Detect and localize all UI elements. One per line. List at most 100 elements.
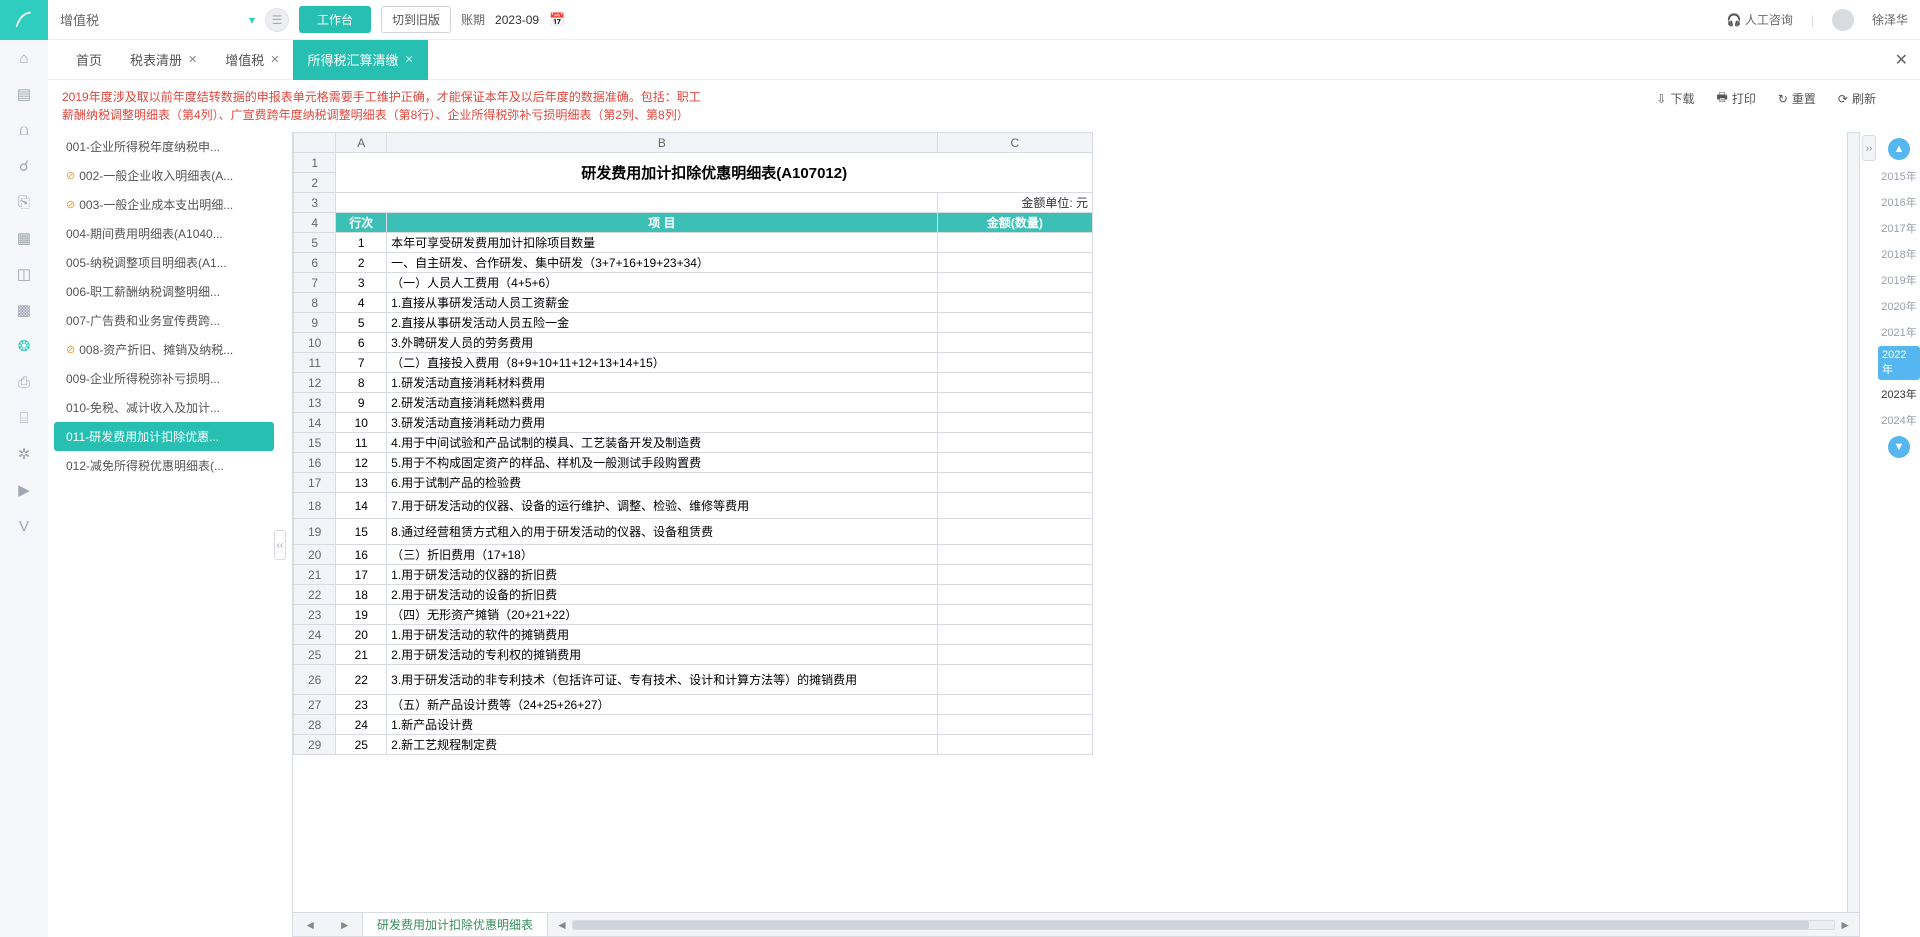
col-header-a[interactable]: A — [336, 133, 387, 153]
cell-rownum[interactable]: 21 — [336, 645, 387, 665]
year-item[interactable]: 2015年 — [1881, 164, 1916, 188]
sheet-tab-nav[interactable]: ◄► — [293, 913, 363, 936]
row-header[interactable]: 6 — [294, 253, 336, 273]
row-header[interactable]: 17 — [294, 473, 336, 493]
row-header[interactable]: 20 — [294, 545, 336, 565]
row-header[interactable]: 11 — [294, 353, 336, 373]
workspace-button[interactable]: 工作台 — [299, 6, 371, 33]
col-header-b[interactable]: B — [387, 133, 938, 153]
cell-amount[interactable] — [937, 625, 1092, 645]
sheet-tab[interactable]: 研发费用加计扣除优惠明细表 — [363, 913, 548, 936]
download-button[interactable]: ⇩ 下载 — [1656, 90, 1694, 107]
row-header[interactable]: 1 — [294, 153, 336, 173]
user-avatar[interactable] — [1832, 9, 1854, 31]
nav-doc-icon[interactable]: ▤ — [0, 76, 48, 112]
cell-item[interactable]: 1.研发活动直接消耗材料费用 — [387, 373, 938, 393]
nav-settings-icon[interactable]: ✲ — [0, 436, 48, 472]
cell-amount[interactable] — [937, 333, 1092, 353]
consult-link[interactable]: 🎧 人工咨询 — [1727, 11, 1793, 28]
header-rownum[interactable]: 行次 — [336, 213, 387, 233]
tab-close-icon[interactable]: ✕ — [270, 53, 279, 66]
collapse-left-panel-handle[interactable]: ‹‹ — [274, 530, 286, 560]
cell-rownum[interactable]: 16 — [336, 545, 387, 565]
cell-amount[interactable] — [937, 605, 1092, 625]
cell-rownum[interactable]: 6 — [336, 333, 387, 353]
row-header[interactable]: 5 — [294, 233, 336, 253]
row-header[interactable]: 27 — [294, 695, 336, 715]
vertical-scrollbar[interactable] — [1848, 132, 1860, 913]
cell-item[interactable]: （四）无形资产摊销（20+21+22） — [387, 605, 938, 625]
spreadsheet-area[interactable]: A B C 1 研发费用加计扣除优惠明细表(A107012) 2 3 — [292, 132, 1848, 913]
row-header[interactable]: 28 — [294, 715, 336, 735]
year-item[interactable]: 2017年 — [1881, 216, 1916, 240]
header-amount[interactable]: 金额(数量) — [937, 213, 1092, 233]
row-header[interactable]: 29 — [294, 735, 336, 755]
expand-right-panel-handle[interactable]: ›› — [1862, 135, 1876, 161]
cell-item[interactable]: （二）直接投入费用（8+9+10+11+12+13+14+15） — [387, 353, 938, 373]
cell-item[interactable]: 本年可享受研发费用加计扣除项目数量 — [387, 233, 938, 253]
cell-rownum[interactable]: 19 — [336, 605, 387, 625]
row-header[interactable]: 4 — [294, 213, 336, 233]
cell-rownum[interactable]: 24 — [336, 715, 387, 735]
nav-video-icon[interactable]: ▶ — [0, 472, 48, 508]
cell-rownum[interactable]: 4 — [336, 293, 387, 313]
form-list-item[interactable]: ⊘003-一般企业成本支出明细... — [48, 190, 280, 219]
form-list-item[interactable]: 004-期间费用明细表(A1040... — [48, 219, 280, 248]
form-list-item[interactable]: 012-减免所得税优惠明细表(... — [48, 451, 280, 480]
col-header-c[interactable]: C — [937, 133, 1092, 153]
cell-rownum[interactable]: 1 — [336, 233, 387, 253]
page-tab[interactable]: 增值税✕ — [211, 40, 293, 80]
cell-item[interactable]: 2.直接从事研发活动人员五险一金 — [387, 313, 938, 333]
row-header[interactable]: 15 — [294, 433, 336, 453]
nav-archive-icon[interactable]: ⌸ — [0, 400, 48, 436]
cell-amount[interactable] — [937, 273, 1092, 293]
cell-item[interactable]: 3.研发活动直接消耗动力费用 — [387, 413, 938, 433]
header-item[interactable]: 项 目 — [387, 213, 938, 233]
sheet-title[interactable]: 研发费用加计扣除优惠明细表(A107012) — [336, 153, 1093, 193]
cell-amount[interactable] — [937, 253, 1092, 273]
cell-item[interactable]: （三）折旧费用（17+18） — [387, 545, 938, 565]
cell-amount[interactable] — [937, 393, 1092, 413]
cell-rownum[interactable]: 2 — [336, 253, 387, 273]
year-scroll-up-button[interactable]: ▲ — [1888, 138, 1910, 160]
close-all-tabs-button[interactable]: ✕ — [1895, 50, 1908, 70]
row-header[interactable]: 26 — [294, 665, 336, 695]
cell-amount[interactable] — [937, 715, 1092, 735]
cell-amount[interactable] — [937, 293, 1092, 313]
cell-amount[interactable] — [937, 735, 1092, 755]
cell-amount[interactable] — [937, 519, 1092, 545]
list-toggle-button[interactable]: ☰ — [265, 8, 289, 32]
row-header[interactable]: 9 — [294, 313, 336, 333]
form-list-item[interactable]: 010-免税、减计收入及加计... — [48, 393, 280, 422]
cell-rownum[interactable]: 23 — [336, 695, 387, 715]
cell-rownum[interactable]: 5 — [336, 313, 387, 333]
row-header[interactable]: 21 — [294, 565, 336, 585]
user-name[interactable]: 徐泽华 — [1872, 11, 1908, 28]
cell-item[interactable]: 1.直接从事研发活动人员工资薪金 — [387, 293, 938, 313]
cell-item[interactable]: 2.用于研发活动的设备的折旧费 — [387, 585, 938, 605]
cell-rownum[interactable]: 25 — [336, 735, 387, 755]
row-header[interactable]: 13 — [294, 393, 336, 413]
row-header[interactable]: 12 — [294, 373, 336, 393]
cell-item[interactable]: 6.用于试制产品的检验费 — [387, 473, 938, 493]
tab-close-icon[interactable]: ✕ — [405, 53, 414, 66]
cell-amount[interactable] — [937, 313, 1092, 333]
nav-clipboard-icon[interactable]: ⎘ — [0, 184, 48, 220]
form-list-item[interactable]: 009-企业所得税弥补亏损明... — [48, 364, 280, 393]
cell-item[interactable]: 8.通过经营租赁方式租入的用于研发活动的仪器、设备租赁费 — [387, 519, 938, 545]
cell-rownum[interactable]: 8 — [336, 373, 387, 393]
cell-amount[interactable] — [937, 413, 1092, 433]
page-tab[interactable]: 税表清册✕ — [116, 40, 211, 80]
cell-amount[interactable] — [937, 373, 1092, 393]
cell-amount[interactable] — [937, 645, 1092, 665]
form-list-item[interactable]: 005-纳税调整项目明细表(A1... — [48, 248, 280, 277]
row-header[interactable]: 22 — [294, 585, 336, 605]
cell-rownum[interactable]: 15 — [336, 519, 387, 545]
nav-file-icon[interactable]: ⎙ — [0, 364, 48, 400]
unit-cell[interactable]: 金额单位: 元 — [937, 193, 1092, 213]
year-scroll-down-button[interactable]: ▼ — [1888, 436, 1910, 458]
cell-amount[interactable] — [937, 565, 1092, 585]
cell-amount[interactable] — [937, 353, 1092, 373]
nav-template-icon[interactable]: ◫ — [0, 256, 48, 292]
cell-item[interactable]: 1.用于研发活动的仪器的折旧费 — [387, 565, 938, 585]
